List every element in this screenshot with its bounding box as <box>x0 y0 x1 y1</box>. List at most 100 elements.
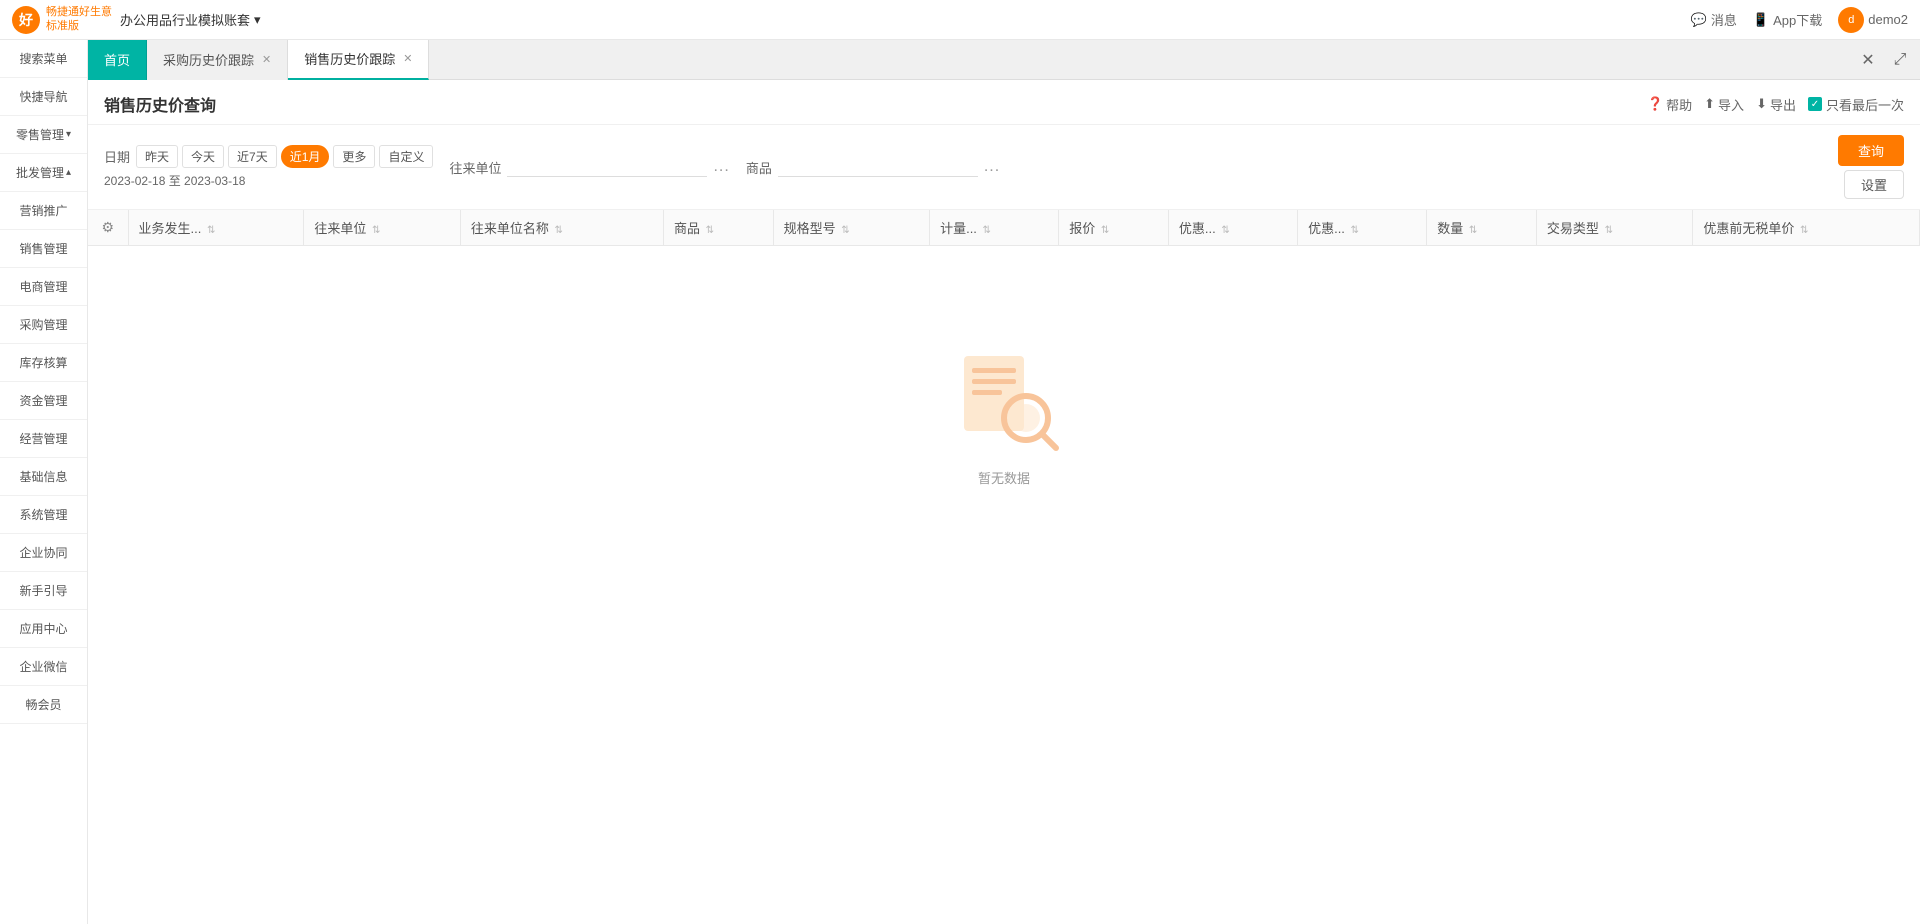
sidebar-item-purchase[interactable]: 采购管理 <box>0 306 87 344</box>
product-label: 商品 <box>746 158 772 177</box>
sort-icon: ⇅ <box>1469 225 1477 236</box>
sidebar-item-quick-nav[interactable]: 快捷导航 <box>0 78 87 116</box>
sidebar-item-inventory[interactable]: 库存核算 <box>0 344 87 382</box>
app-download-item[interactable]: 📱 App下载 <box>1753 10 1822 29</box>
date-today[interactable]: 今天 <box>182 145 224 168</box>
date-buttons: 昨天 今天 近7天 近1月 更多 自定义 <box>136 145 433 168</box>
tabbar-actions: ✕ ⤢ <box>1856 48 1920 72</box>
user-item[interactable]: d demo2 <box>1838 7 1908 33</box>
partner-filter-group: 往来单位 ... <box>449 157 729 177</box>
th-biz-date[interactable]: 业务发生... ⇅ <box>128 210 304 246</box>
th-spec[interactable]: 规格型号 ⇅ <box>773 210 929 246</box>
page-content: 销售历史价查询 ❓ 帮助 ⬆ 导入 ⬇ 导出 ✓ <box>88 80 1920 924</box>
avatar: d <box>1838 7 1864 33</box>
sidebar-item-newbie[interactable]: 新手引导 <box>0 572 87 610</box>
tab-sales-history[interactable]: 销售历史价跟踪 ✕ <box>288 40 429 80</box>
sort-icon: ⇅ <box>1605 225 1613 236</box>
sidebar-item-search-menu[interactable]: 搜索菜单 <box>0 40 87 78</box>
sidebar-item-marketing[interactable]: 营销推广 <box>0 192 87 230</box>
maximize-button[interactable]: ⤢ <box>1888 48 1912 72</box>
logo-area: 好 畅捷通好生意 标准版 <box>12 6 112 34</box>
tab-home[interactable]: 首页 <box>88 40 147 80</box>
th-quantity[interactable]: 数量 ⇅ <box>1427 210 1537 246</box>
close-icon[interactable]: ✕ <box>403 52 412 65</box>
date-label: 日期 <box>104 147 130 166</box>
settings-button[interactable]: 设置 <box>1844 170 1904 199</box>
close-window-button[interactable]: ✕ <box>1856 48 1880 72</box>
sidebar-item-sales[interactable]: 销售管理 <box>0 230 87 268</box>
sort-icon: ⇅ <box>841 225 849 236</box>
sidebar-item-enterprise-coop[interactable]: 企业协同 <box>0 534 87 572</box>
sort-icon: ⇅ <box>1800 225 1808 236</box>
topbar-right: 💬 消息 📱 App下载 d demo2 <box>1691 7 1908 33</box>
date-more[interactable]: 更多 <box>333 145 375 168</box>
tab-purchase-history[interactable]: 采购历史价跟踪 ✕ <box>147 40 288 80</box>
th-partner-name[interactable]: 往来单位名称 ⇅ <box>460 210 663 246</box>
tabbar: 首页 采购历史价跟踪 ✕ 销售历史价跟踪 ✕ ✕ ⤢ <box>88 40 1920 80</box>
partner-dots-button[interactable]: ... <box>713 158 729 176</box>
tab-home-label: 首页 <box>104 50 130 69</box>
sidebar-item-finance[interactable]: 资金管理 <box>0 382 87 420</box>
page-header-actions: ❓ 帮助 ⬆ 导入 ⬇ 导出 ✓ 只看最后一次 <box>1647 95 1904 114</box>
filter-bar: 日期 昨天 今天 近7天 近1月 更多 自定义 2023-02-18 至 202… <box>88 125 1920 210</box>
sidebar-item-app-center[interactable]: 应用中心 <box>0 610 87 648</box>
th-trade-type[interactable]: 交易类型 ⇅ <box>1536 210 1692 246</box>
th-discount1[interactable]: 优惠... ⇅ <box>1168 210 1297 246</box>
data-table: ⚙ 业务发生... ⇅ 往来单位 ⇅ <box>88 210 1920 246</box>
th-partner-code[interactable]: 往来单位 ⇅ <box>304 210 460 246</box>
filter-actions: 查询 设置 <box>1830 135 1904 199</box>
sidebar: 搜索菜单 快捷导航 零售管理 ▾ 批发管理 ▴ 营销推广 销售管理 电商管理 采… <box>0 40 88 924</box>
search-menu-label: 搜索菜单 <box>19 50 67 67</box>
date-7days[interactable]: 近7天 <box>228 145 277 168</box>
topbar-left: 好 畅捷通好生意 标准版 办公用品行业模拟账套 ▾ <box>12 6 261 34</box>
phone-icon: 📱 <box>1753 12 1769 28</box>
sort-icon: ⇅ <box>1101 225 1109 236</box>
sort-icon: ⇅ <box>554 225 562 236</box>
help-button[interactable]: ❓ 帮助 <box>1647 95 1692 114</box>
date-custom[interactable]: 自定义 <box>379 145 433 168</box>
empty-state: 暂无数据 <box>88 246 1920 537</box>
date-filter-section: 日期 昨天 今天 近7天 近1月 更多 自定义 2023-02-18 至 202… <box>104 145 433 189</box>
only-last-checkbox-area[interactable]: ✓ 只看最后一次 <box>1808 95 1904 114</box>
sort-icon: ⇅ <box>372 225 380 236</box>
th-discount2[interactable]: 优惠... ⇅ <box>1298 210 1427 246</box>
sidebar-item-system[interactable]: 系统管理 <box>0 496 87 534</box>
empty-text: 暂无数据 <box>978 468 1030 487</box>
import-button[interactable]: ⬆ 导入 <box>1704 95 1744 114</box>
sort-icon: ⇅ <box>706 225 714 236</box>
th-quote[interactable]: 报价 ⇅ <box>1059 210 1169 246</box>
sort-icon: ⇅ <box>983 225 991 236</box>
only-last-checkbox[interactable]: ✓ <box>1808 97 1822 111</box>
sidebar-item-member[interactable]: 畅会员 <box>0 686 87 724</box>
message-item[interactable]: 💬 消息 <box>1691 10 1737 29</box>
chevron-up-icon: ▴ <box>66 167 71 178</box>
search-button[interactable]: 查询 <box>1838 135 1904 166</box>
export-icon: ⬇ <box>1756 96 1767 112</box>
sort-icon: ⇅ <box>1221 225 1229 236</box>
topbar: 好 畅捷通好生意 标准版 办公用品行业模拟账套 ▾ 💬 消息 📱 App下载 d… <box>0 0 1920 40</box>
product-dots-button[interactable]: ... <box>984 158 1000 176</box>
export-button[interactable]: ⬇ 导出 <box>1756 95 1796 114</box>
date-yesterday[interactable]: 昨天 <box>136 145 178 168</box>
sidebar-item-retail[interactable]: 零售管理 ▾ <box>0 116 87 154</box>
date-1month[interactable]: 近1月 <box>281 145 330 168</box>
company-selector[interactable]: 办公用品行业模拟账套 ▾ <box>120 10 261 29</box>
sidebar-item-operation[interactable]: 经营管理 <box>0 420 87 458</box>
sidebar-item-basic[interactable]: 基础信息 <box>0 458 87 496</box>
sidebar-item-enterprise-wechat[interactable]: 企业微信 <box>0 648 87 686</box>
chevron-down-icon: ▾ <box>254 12 261 28</box>
table-head: ⚙ 业务发生... ⇅ 往来单位 ⇅ <box>88 210 1920 246</box>
th-product[interactable]: 商品 ⇅ <box>663 210 773 246</box>
product-input[interactable] <box>778 157 978 177</box>
partner-label: 往来单位 <box>449 158 501 177</box>
date-filter-group: 日期 昨天 今天 近7天 近1月 更多 自定义 <box>104 145 433 168</box>
sidebar-item-ecommerce[interactable]: 电商管理 <box>0 268 87 306</box>
gear-icon[interactable]: ⚙ <box>101 219 114 236</box>
sort-icon: ⇅ <box>207 225 215 236</box>
sidebar-item-wholesale[interactable]: 批发管理 ▴ <box>0 154 87 192</box>
close-icon[interactable]: ✕ <box>262 53 271 66</box>
partner-input[interactable] <box>507 157 707 177</box>
th-settings[interactable]: ⚙ <box>88 210 128 246</box>
th-unit[interactable]: 计量... ⇅ <box>930 210 1059 246</box>
th-pre-tax[interactable]: 优惠前无税单价 ⇅ <box>1693 210 1920 246</box>
